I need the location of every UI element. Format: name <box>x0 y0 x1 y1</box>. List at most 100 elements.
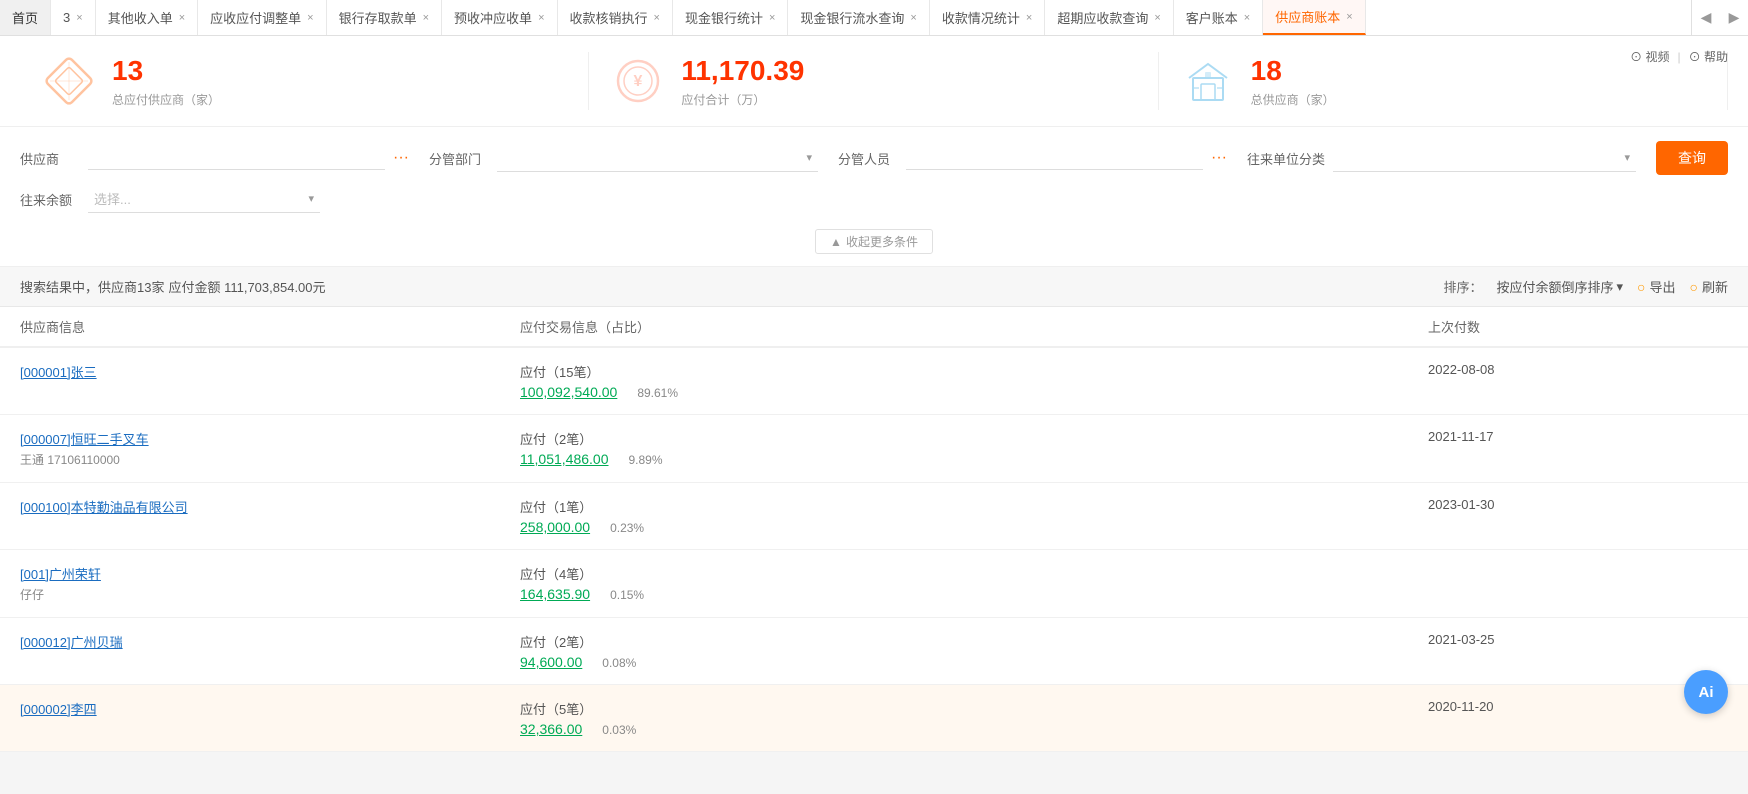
supplier-filter-input[interactable] <box>88 146 385 170</box>
diamond-icon <box>40 52 98 110</box>
supplier-filter-label: 供应商 <box>20 149 80 168</box>
tab-income-close[interactable]: × <box>179 12 185 24</box>
row1-payable-label: 应付（15笔） <box>520 362 1428 381</box>
tab3-label: 3 <box>63 10 70 25</box>
tab-adjust-close[interactable]: × <box>307 12 313 24</box>
row6-payable-row: 32,366.00 0.03% <box>520 718 1428 737</box>
tab-verify-close[interactable]: × <box>654 12 660 24</box>
table-row[interactable]: [000007]恒旺二手叉车 王通 17106110000 应付（2笔） 11,… <box>0 415 1748 483</box>
table-row[interactable]: [000100]本特勤油品有限公司 应付（1笔） 258,000.00 0.23… <box>0 483 1748 550</box>
tab3-close[interactable]: × <box>76 12 82 24</box>
tab-overdue-close[interactable]: × <box>1154 12 1160 24</box>
tab-customer-label: 客户账本 <box>1186 8 1238 27</box>
row6-last-payment: 2020-11-20 <box>1428 699 1728 714</box>
video-link[interactable]: ⊙ 视频 <box>1630 48 1669 65</box>
sort-label: 排序： <box>1443 277 1482 296</box>
tab-prepay-close[interactable]: × <box>538 12 544 24</box>
person-filter-dots[interactable]: ··· <box>1211 149 1227 167</box>
nav-tab-adjust[interactable]: 应收应付调整单 × <box>198 0 326 35</box>
supplier-filter-dots[interactable]: ··· <box>393 149 409 167</box>
nav-tab-verify[interactable]: 收款核销执行 × <box>558 0 673 35</box>
row3-supplier-name[interactable]: [000100]本特勤油品有限公司 <box>20 497 520 516</box>
balance-filter-select[interactable]: 选择... ▾ <box>88 185 320 213</box>
row6-payable-amount[interactable]: 32,366.00 <box>520 721 582 737</box>
nav-tab-overdue[interactable]: 超期应收款查询 × <box>1045 0 1173 35</box>
tab-supplier-close[interactable]: × <box>1346 11 1352 23</box>
stat-payable-total-text: 11,170.39 应付合计（万） <box>681 54 804 109</box>
row2-supplier-info: [000007]恒旺二手叉车 王通 17106110000 <box>20 429 520 468</box>
nav-tab-receipt[interactable]: 收款情况统计 × <box>930 0 1045 35</box>
row5-payable-amount[interactable]: 94,600.00 <box>520 654 582 670</box>
stat-item-payable-suppliers: 13 总应付供应商（家） <box>20 52 589 110</box>
row6-supplier-name[interactable]: [000002]李四 <box>20 699 520 718</box>
tab-cashstat-close[interactable]: × <box>769 12 775 24</box>
nav-tab-cashstat[interactable]: 现金银行统计 × <box>673 0 788 35</box>
stat-item-payable-total: ¥ 11,170.39 应付合计（万） <box>589 52 1158 110</box>
ai-badge[interactable]: Ai <box>1684 670 1728 714</box>
nav-arrows: ◀ ▶ <box>1691 0 1748 36</box>
collapse-icon: ▲ <box>830 235 842 249</box>
row6-supplier-info: [000002]李四 <box>20 699 520 718</box>
row5-supplier-info: [000012]广州贝瑞 <box>20 632 520 651</box>
row1-payable-amount[interactable]: 100,092,540.00 <box>520 384 617 400</box>
balance-filter-label: 往来余额 <box>20 190 80 209</box>
tab-customer-close[interactable]: × <box>1244 12 1250 24</box>
row4-payable-label: 应付（4笔） <box>520 564 1428 583</box>
person-filter-input[interactable] <box>906 146 1203 170</box>
main-table: 供应商信息 应付交易信息（占比） 上次付数 [000001]张三 应付（15笔）… <box>0 307 1748 752</box>
row5-payable-info: 应付（2笔） 94,600.00 0.08% <box>520 632 1428 670</box>
stat-total-suppliers-text: 18 总供应商（家） <box>1251 54 1335 109</box>
nav-right-arrow[interactable]: ▶ <box>1720 0 1748 36</box>
tab-receipt-close[interactable]: × <box>1026 12 1032 24</box>
row4-payable-row: 164,635.90 0.15% <box>520 583 1428 602</box>
category-filter-select[interactable]: ▾ <box>1333 144 1636 172</box>
filter-row-1: 供应商 ··· 分管部门 ▾ 分管人员 ··· 往来单位分类 ▾ 查询 <box>20 141 1728 175</box>
row6-payable-label: 应付（5笔） <box>520 699 1428 718</box>
dept-chevron-icon: ▾ <box>806 151 812 164</box>
tab-bank-close[interactable]: × <box>423 12 429 24</box>
nav-tab-cashflow[interactable]: 现金银行流水查询 × <box>788 0 929 35</box>
nav-left-arrow[interactable]: ◀ <box>1692 0 1720 36</box>
row4-supplier-info: [001]广州荣轩 仔仔 <box>20 564 520 603</box>
collapse-button[interactable]: ▲ 收起更多条件 <box>815 229 933 254</box>
row1-supplier-name[interactable]: [000001]张三 <box>20 362 520 381</box>
row3-payable-percent: 0.23% <box>610 521 644 535</box>
row2-payable-row: 11,051,486.00 9.89% <box>520 448 1428 467</box>
row2-payable-amount[interactable]: 11,051,486.00 <box>520 451 609 467</box>
nav-tab-home[interactable]: 首页 <box>0 0 51 35</box>
row4-supplier-name[interactable]: [001]广州荣轩 <box>20 564 520 583</box>
row2-payable-label: 应付（2笔） <box>520 429 1428 448</box>
row2-supplier-name[interactable]: [000007]恒旺二手叉车 <box>20 429 520 448</box>
dept-filter-select[interactable]: ▾ <box>497 144 818 172</box>
table-row[interactable]: [000002]李四 应付（5笔） 32,366.00 0.03% 2020-1… <box>0 685 1748 752</box>
row5-supplier-name[interactable]: [000012]广州贝瑞 <box>20 632 520 651</box>
row4-payable-amount[interactable]: 164,635.90 <box>520 586 590 602</box>
query-button[interactable]: 查询 <box>1656 141 1728 175</box>
table-row[interactable]: [000012]广州贝瑞 应付（2笔） 94,600.00 0.08% 2021… <box>0 618 1748 685</box>
row3-payable-amount[interactable]: 258,000.00 <box>520 519 590 535</box>
row4-supplier-sub: 仔仔 <box>20 586 520 603</box>
nav-tab-income[interactable]: 其他收入单 × <box>96 0 198 35</box>
nav-tab-supplier[interactable]: 供应商账本 × <box>1263 0 1365 35</box>
row3-payable-label: 应付（1笔） <box>520 497 1428 516</box>
row6-payable-info: 应付（5笔） 32,366.00 0.03% <box>520 699 1428 737</box>
nav-tab-customer[interactable]: 客户账本 × <box>1174 0 1263 35</box>
table-row[interactable]: [001]广州荣轩 仔仔 应付（4笔） 164,635.90 0.15% <box>0 550 1748 618</box>
export-button[interactable]: ○ 导出 <box>1637 277 1675 296</box>
table-row[interactable]: [000001]张三 应付（15笔） 100,092,540.00 89.61%… <box>0 348 1748 415</box>
tab-cashflow-close[interactable]: × <box>910 12 916 24</box>
result-amount-text: 应付金额 111,703,854.00元 <box>168 277 325 296</box>
header-col2: 应付交易信息（占比） <box>520 317 1428 336</box>
row2-last-payment: 2021-11-17 <box>1428 429 1728 444</box>
person-filter-label: 分管人员 <box>838 149 898 168</box>
nav-tab-prepay[interactable]: 预收冲应收单 × <box>442 0 557 35</box>
filter-supplier: 供应商 ··· <box>20 146 409 170</box>
help-link[interactable]: ⊙ 帮助 <box>1689 48 1728 65</box>
nav-tab-bank[interactable]: 银行存取款单 × <box>327 0 442 35</box>
row1-last-payment: 2022-08-08 <box>1428 362 1728 377</box>
export-label: 导出 <box>1650 277 1676 296</box>
refresh-button[interactable]: ○ 刷新 <box>1690 277 1728 296</box>
tab-adjust-label: 应收应付调整单 <box>210 8 301 27</box>
nav-tab-3[interactable]: 3 × <box>51 0 96 35</box>
sort-select[interactable]: 按应付余额倒序排序 ▾ <box>1496 277 1623 296</box>
